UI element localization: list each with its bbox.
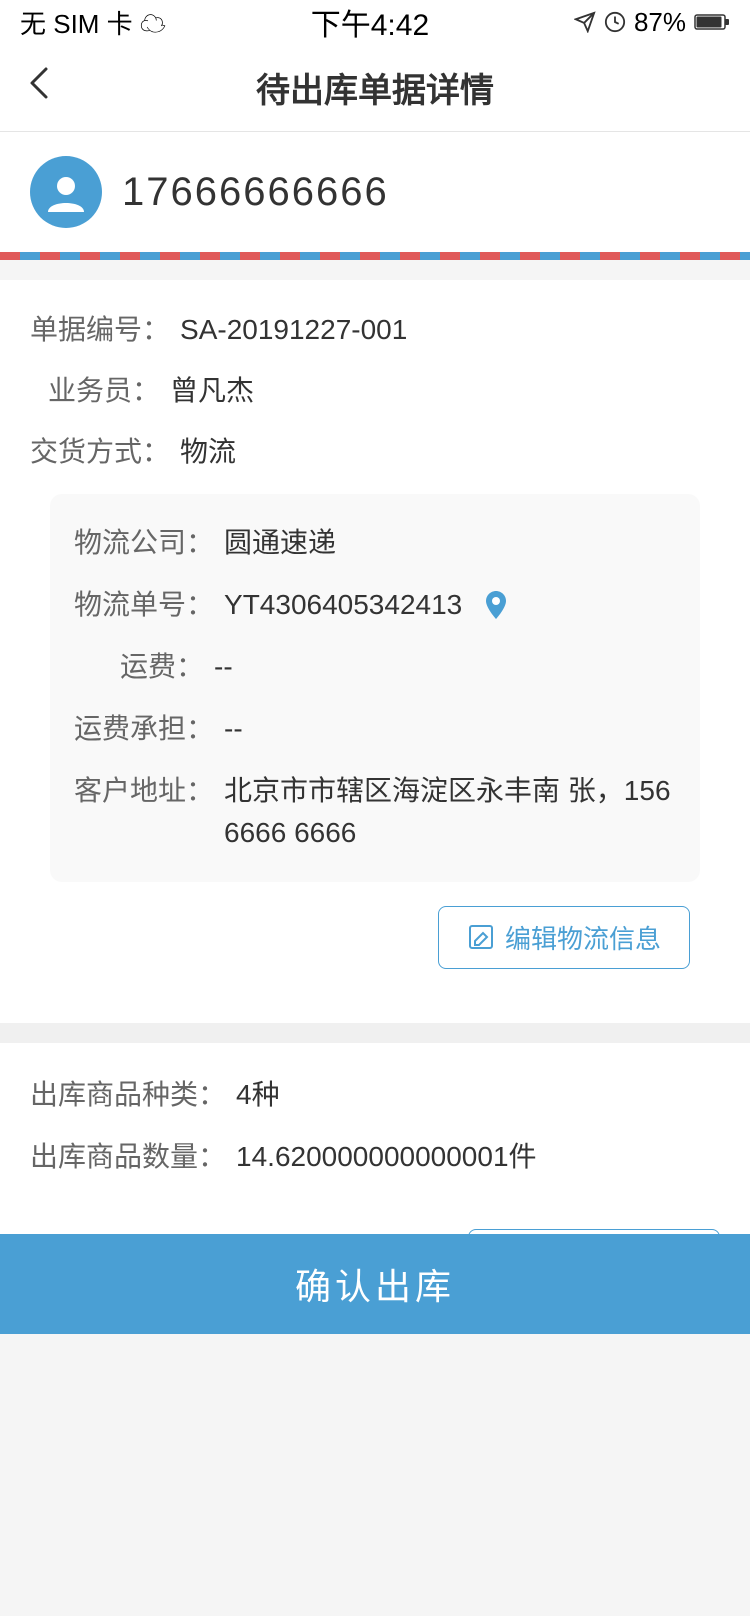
delivery-label: 交货方式：	[30, 432, 170, 471]
battery-text: 87%	[634, 7, 686, 38]
salesman-label: 业务员：	[30, 371, 160, 410]
back-button[interactable]	[28, 65, 50, 110]
address-label: 客户地址：	[74, 770, 214, 812]
salesman-value: 曾凡杰	[170, 371, 720, 410]
tracking-location-icon[interactable]	[478, 587, 514, 623]
address-value: 北京市市辖区海淀区永丰南 张，156 6666 6666	[224, 770, 676, 854]
goods-quantity-row: 出库商品数量： 14.620000000000001件	[30, 1135, 720, 1175]
freight-value: --	[214, 646, 676, 688]
status-bar: 无 SIM 卡 ☁ 下午4:42 87%	[0, 0, 750, 44]
edit-btn-row: 编辑物流信息	[30, 882, 720, 993]
goods-quantity-value: 14.620000000000001件	[236, 1135, 537, 1175]
goods-types-label: 出库商品种类：	[30, 1073, 226, 1113]
freight-row: 运费： --	[74, 646, 676, 688]
gray-divider	[0, 1023, 750, 1043]
status-bar-time: 下午4:42	[311, 0, 429, 44]
goods-quantity-label: 出库商品数量：	[30, 1135, 226, 1175]
status-bar-right: 87%	[574, 7, 730, 38]
logistics-company-value: 圆通速递	[224, 522, 676, 564]
freight-bear-label: 运费承担：	[74, 708, 214, 750]
tracking-number: YT43064053424​13	[224, 584, 462, 626]
logistics-tracking-row: 物流单号： YT43064053424​13	[74, 584, 676, 626]
salesman-row: 业务员： 曾凡杰	[30, 371, 720, 410]
goods-section: 出库商品种类： 4种 出库商品数量： 14.620000000000001件	[0, 1043, 750, 1205]
logistics-card: 物流公司： 圆通速递 物流单号： YT43064053424​13	[50, 494, 700, 882]
goods-types-value: 4种	[236, 1073, 280, 1113]
delivery-row: 交货方式： 物流	[30, 432, 720, 471]
logistics-company-label: 物流公司：	[74, 522, 214, 564]
nav-bar: 待出库单据详情	[0, 44, 750, 132]
clock-status-icon	[604, 11, 626, 33]
customer-section: 17666666666	[0, 132, 750, 252]
location-status-icon	[574, 11, 596, 33]
page-title: 待出库单据详情	[256, 63, 494, 112]
freight-label: 运费：	[74, 646, 204, 688]
freight-bear-row: 运费承担： --	[74, 708, 676, 750]
confirm-button[interactable]: 确认出库	[0, 1234, 750, 1334]
order-no-label: 单据编号：	[30, 310, 170, 349]
edit-logistics-label: 编辑物流信息	[505, 919, 661, 956]
customer-avatar	[30, 156, 102, 228]
sim-status: 无 SIM 卡 ☁	[20, 4, 166, 41]
person-icon	[44, 170, 88, 214]
address-row: 客户地址： 北京市市辖区海淀区永丰南 张，156 6666 6666	[74, 770, 676, 854]
status-bar-left: 无 SIM 卡 ☁	[20, 4, 166, 41]
order-no-value: SA-20191227-001	[180, 310, 720, 349]
delivery-value: 物流	[180, 432, 720, 471]
bottom-spacer	[0, 1316, 750, 1516]
logistics-tracking-label: 物流单号：	[74, 584, 214, 626]
order-no-row: 单据编号： SA-20191227-001	[30, 310, 720, 349]
freight-bear-value: --	[224, 708, 676, 750]
goods-types-row: 出库商品种类： 4种	[30, 1073, 720, 1113]
edit-icon	[467, 923, 495, 951]
order-info-section: 单据编号： SA-20191227-001 业务员： 曾凡杰 交货方式： 物流 …	[0, 280, 750, 1023]
edit-logistics-button[interactable]: 编辑物流信息	[438, 906, 690, 969]
dashed-divider	[0, 252, 750, 260]
logistics-tracking-value: YT43064053424​13	[224, 584, 676, 626]
logistics-company-row: 物流公司： 圆通速递	[74, 522, 676, 564]
confirm-button-label: 确认出库	[295, 1258, 455, 1310]
customer-phone: 17666666666	[122, 170, 389, 215]
battery-icon	[694, 12, 730, 32]
